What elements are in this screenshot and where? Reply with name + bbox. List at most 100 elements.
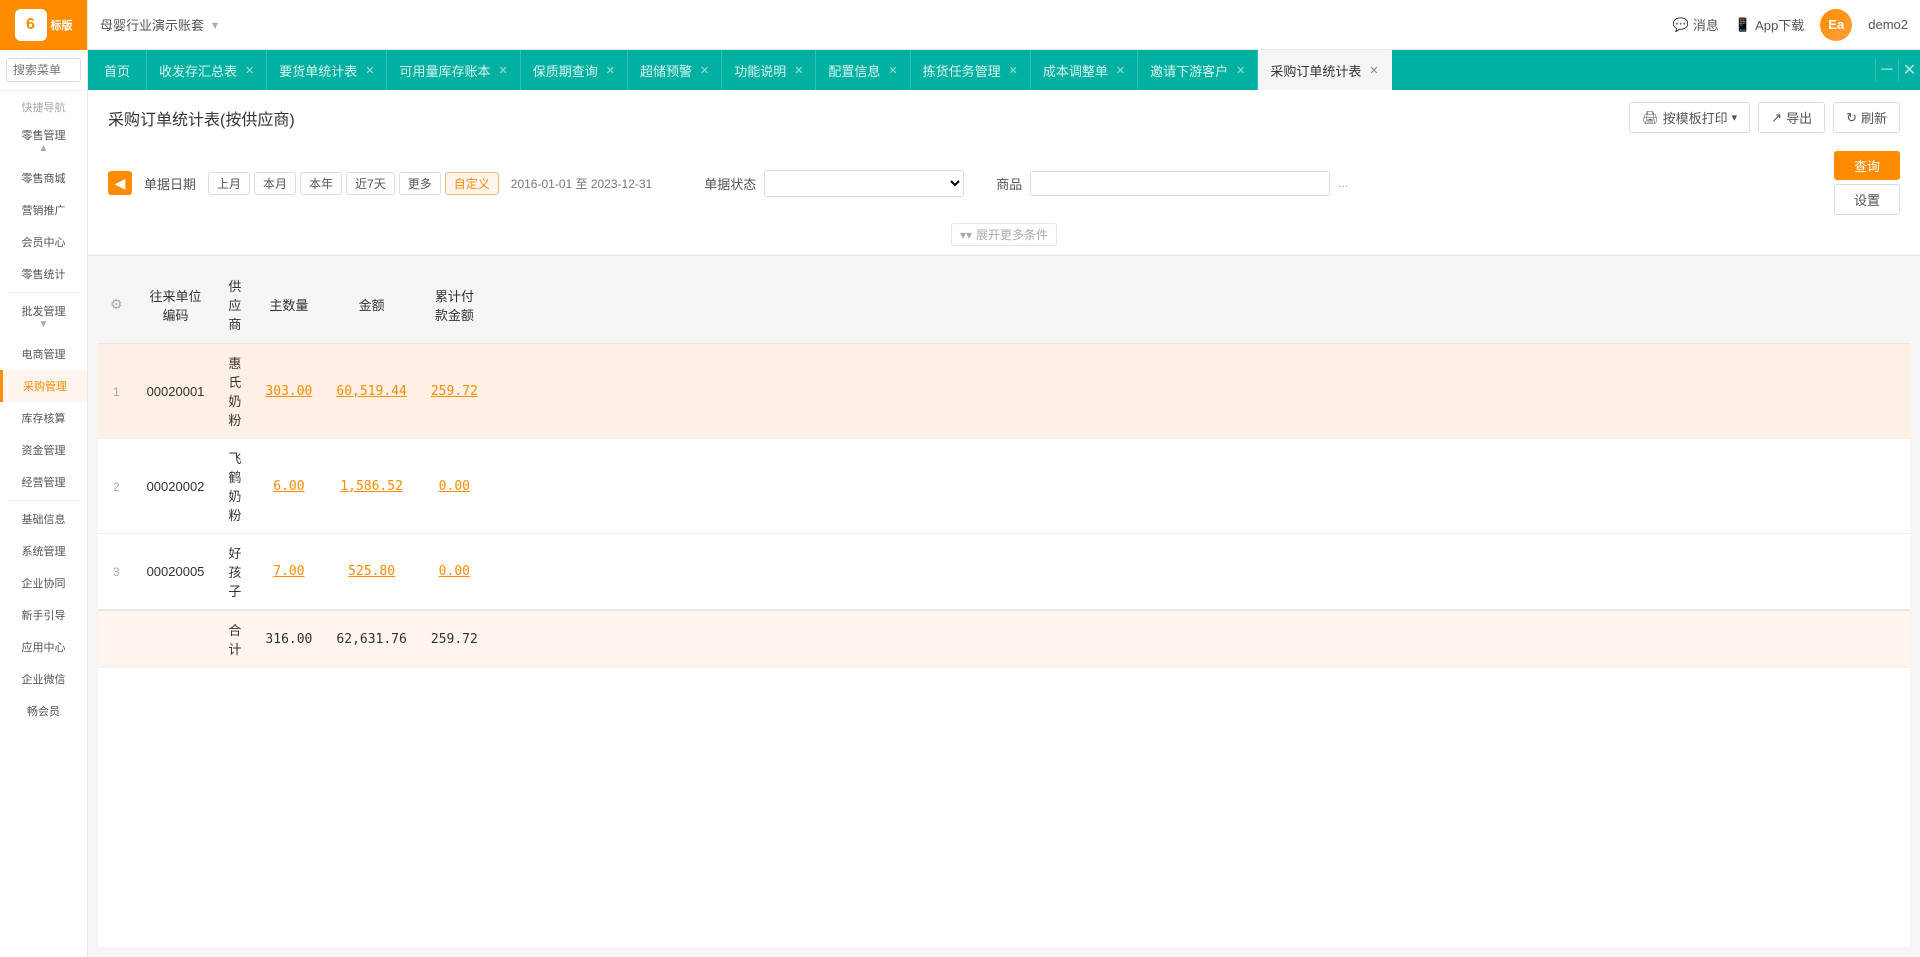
sidebar-item-ecommerce[interactable]: 电商管理 [0, 338, 87, 370]
cell-qty[interactable]: 6.00 [253, 439, 324, 534]
filter-toggle-btn[interactable]: ◀ [108, 171, 132, 195]
search-input[interactable] [6, 58, 81, 82]
footer-empty [98, 610, 135, 668]
cell-amount[interactable]: 60,519.44 [324, 344, 418, 439]
table-body: 1 00020001 惠氏奶粉 303.00 60,519.44 259.72 … [98, 344, 1910, 611]
footer-amount: 62,631.76 [324, 610, 418, 668]
sidebar: 6 标版 快捷导航 零售管理 ▲ 零售商城 营销推广 会员中心 零售统计 批发管… [0, 0, 88, 957]
filter-row-1: ◀ 单据日期 上月 本月 本年 近7天 更多 自定义 2016-01-01 至 … [108, 151, 1900, 215]
table-row: 1 00020001 惠氏奶粉 303.00 60,519.44 259.72 [98, 344, 1910, 439]
col-qty: 主数量 [253, 266, 324, 344]
tab-purchase-stats[interactable]: 采购订单统计表 ✕ [1258, 50, 1391, 90]
topbar-dropdown-arrow[interactable]: ▾ [212, 18, 218, 32]
more-filter-btn[interactable]: ... [1338, 176, 1348, 190]
navtab-controls: ─ ✕ [1875, 59, 1920, 81]
date-btn-7days[interactable]: 近7天 [346, 172, 395, 195]
goods-input[interactable] [1030, 171, 1330, 196]
page-title: 采购订单统计表(按供应商) [108, 106, 295, 130]
cell-amount[interactable]: 1,586.52 [324, 439, 418, 534]
sidebar-item-system[interactable]: 系统管理 [0, 535, 87, 567]
user-avatar[interactable]: Ea [1820, 9, 1852, 41]
print-dropdown-arrow[interactable]: ▾ [1732, 111, 1738, 124]
tab-close-shelf-life[interactable]: ✕ [606, 64, 615, 77]
tab-close-goods-stats[interactable]: ✕ [365, 64, 374, 77]
tab-cost-adjust[interactable]: 成本调整单 ✕ [1031, 50, 1138, 90]
table-header-row: ⚙ 往来单位编码 供应商 主数量 金额 累计付款金额 [98, 266, 1910, 344]
date-btn-more[interactable]: 更多 [399, 172, 441, 195]
sidebar-item-retail-mgmt[interactable]: 零售管理 ▲ [0, 119, 87, 162]
sidebar-item-marketing[interactable]: 营销推广 [0, 194, 87, 226]
tab-collect-send[interactable]: 收发存汇总表 ✕ [147, 50, 267, 90]
tab-available-stock[interactable]: 可用量库存账本 ✕ [387, 50, 520, 90]
tab-close-pickup-task[interactable]: ✕ [1009, 64, 1018, 77]
print-icon: 🖨 [1642, 110, 1659, 126]
tab-close-collect-send[interactable]: ✕ [245, 64, 254, 77]
cell-paid[interactable]: 0.00 [419, 439, 490, 534]
tab-config-info[interactable]: 配置信息 ✕ [816, 50, 910, 90]
table-area: ⚙ 往来单位编码 供应商 主数量 金额 累计付款金额 1 00020001 [98, 266, 1910, 947]
window-close-btn[interactable]: ✕ [1898, 59, 1920, 81]
date-btn-custom[interactable]: 自定义 [445, 172, 499, 195]
logo-area: 6 标版 [0, 0, 87, 50]
sidebar-item-retail-mall[interactable]: 零售商城 [0, 162, 87, 194]
sidebar-item-enterprise-wechat[interactable]: 企业微信 [0, 663, 87, 695]
header-actions: 🖨 按模板打印 ▾ ↗ 导出 ↻ 刷新 [1629, 102, 1900, 133]
messages-btn[interactable]: 💬 消息 [1673, 15, 1719, 34]
tab-goods-stats[interactable]: 要货单统计表 ✕ [267, 50, 387, 90]
tab-close-purchase-stats[interactable]: ✕ [1369, 64, 1378, 77]
date-btn-this-month[interactable]: 本月 [254, 172, 296, 195]
tab-close-invite[interactable]: ✕ [1236, 64, 1245, 77]
settings-button[interactable]: 设置 [1834, 184, 1900, 215]
sidebar-item-retail-stats[interactable]: 零售统计 [0, 258, 87, 290]
search-button[interactable]: 查询 [1834, 151, 1900, 180]
sidebar-item-wholesale[interactable]: 批发管理 ▼ [0, 295, 87, 338]
column-settings-icon[interactable]: ⚙ [110, 296, 123, 312]
expand-more-button[interactable]: ▾▾ 展开更多条件 [951, 223, 1057, 246]
topbar-left: 母婴行业演示账套 ▾ [100, 15, 218, 34]
tab-close-cost-adjust[interactable]: ✕ [1116, 64, 1125, 77]
refresh-button[interactable]: ↻ 刷新 [1833, 102, 1900, 133]
window-minimize-btn[interactable]: ─ [1876, 59, 1898, 81]
col-paid: 累计付款金额 [419, 266, 490, 344]
cell-qty[interactable]: 7.00 [253, 534, 324, 611]
refresh-icon: ↻ [1846, 110, 1857, 126]
tab-func-desc[interactable]: 功能说明 ✕ [722, 50, 816, 90]
app-download-btn[interactable]: 📱 App下载 [1735, 15, 1804, 34]
col-amount: 金额 [324, 266, 418, 344]
sidebar-item-purchase[interactable]: 采购管理 [0, 370, 87, 402]
cell-qty[interactable]: 303.00 [253, 344, 324, 439]
sidebar-item-app-center[interactable]: 应用中心 [0, 631, 87, 663]
cell-paid[interactable]: 0.00 [419, 534, 490, 611]
sidebar-item-finance[interactable]: 资金管理 [0, 434, 87, 466]
tab-invite-downstream[interactable]: 邀请下游客户 ✕ [1138, 50, 1258, 90]
date-filter-label: 单据日期 [144, 174, 196, 193]
logo-text: 标版 [51, 17, 73, 33]
tab-close-config-info[interactable]: ✕ [888, 64, 897, 77]
tab-home[interactable]: 首页 [88, 50, 147, 90]
date-btn-last-month[interactable]: 上月 [208, 172, 250, 195]
export-button[interactable]: ↗ 导出 [1758, 102, 1825, 133]
sidebar-item-operations[interactable]: 经营管理 [0, 466, 87, 498]
status-select[interactable] [764, 170, 964, 197]
cell-amount[interactable]: 525.80 [324, 534, 418, 611]
tab-close-overstock[interactable]: ✕ [700, 64, 709, 77]
cell-code: 00020001 [135, 344, 217, 439]
print-button[interactable]: 🖨 按模板打印 ▾ [1629, 102, 1750, 133]
sidebar-item-vip[interactable]: 畅会员 [0, 695, 87, 727]
sidebar-item-new-guide[interactable]: 新手引导 [0, 599, 87, 631]
tab-shelf-life[interactable]: 保质期查询 ✕ [521, 50, 628, 90]
tab-overstock[interactable]: 超储预警 ✕ [628, 50, 722, 90]
footer-extra [490, 610, 1910, 668]
sidebar-item-member[interactable]: 会员中心 [0, 226, 87, 258]
cell-paid[interactable]: 259.72 [419, 344, 490, 439]
sidebar-item-enterprise[interactable]: 企业协同 [0, 567, 87, 599]
date-btn-this-year[interactable]: 本年 [300, 172, 342, 195]
sidebar-item-inventory[interactable]: 库存核算 [0, 402, 87, 434]
cell-extra [490, 344, 1910, 439]
col-code: 往来单位编码 [135, 266, 217, 344]
tab-pickup-task[interactable]: 拣货任务管理 ✕ [911, 50, 1031, 90]
sidebar-item-basic-info[interactable]: 基础信息 [0, 503, 87, 535]
tab-close-func-desc[interactable]: ✕ [794, 64, 803, 77]
tab-close-available-stock[interactable]: ✕ [499, 64, 508, 77]
download-icon: 📱 [1735, 17, 1751, 33]
